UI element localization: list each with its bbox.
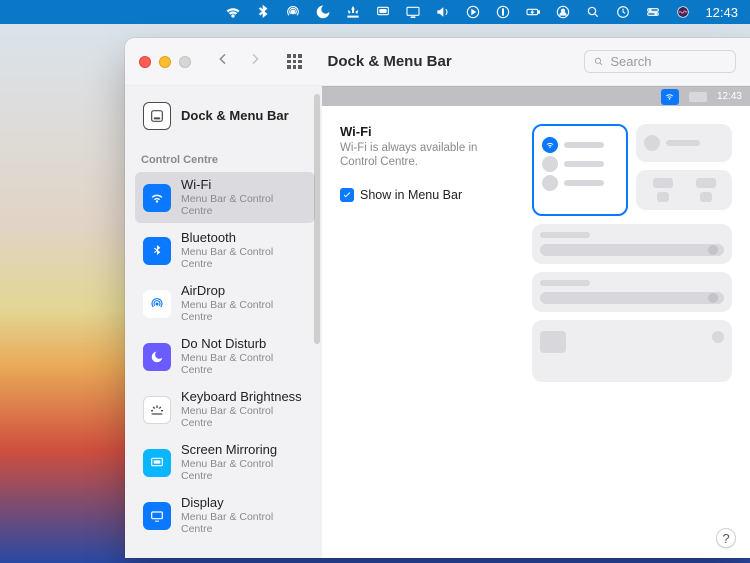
preview-battery-icon bbox=[689, 92, 707, 102]
bluetooth-icon[interactable] bbox=[255, 4, 271, 20]
info-icon[interactable] bbox=[495, 4, 511, 20]
sidebar-item-display[interactable]: Display Menu Bar & Control Centre bbox=[135, 490, 315, 541]
display-icon bbox=[143, 502, 171, 530]
window-controls bbox=[139, 56, 191, 68]
volume-icon[interactable] bbox=[435, 4, 451, 20]
sidebar-item-label: Keyboard Brightness bbox=[181, 390, 307, 405]
preview-wifi-highlight bbox=[661, 89, 679, 105]
sidebar-item-screen-mirroring[interactable]: Screen Mirroring Menu Bar & Control Cent… bbox=[135, 437, 315, 488]
wifi-icon[interactable] bbox=[225, 4, 241, 20]
sidebar-item-label: Wi-Fi bbox=[181, 178, 307, 193]
display-icon[interactable] bbox=[405, 4, 421, 20]
help-button[interactable]: ? bbox=[716, 528, 736, 548]
play-icon[interactable] bbox=[465, 4, 481, 20]
battery-icon[interactable] bbox=[525, 4, 541, 20]
close-button[interactable] bbox=[139, 56, 151, 68]
wifi-icon bbox=[143, 184, 171, 212]
screen-mirroring-icon[interactable] bbox=[375, 4, 391, 20]
sidebar-item-subtitle: Menu Bar & Control Centre bbox=[181, 193, 307, 217]
do-not-disturb-icon bbox=[143, 343, 171, 371]
sidebar-item-do-not-disturb[interactable]: Do Not Disturb Menu Bar & Control Centre bbox=[135, 331, 315, 382]
screen-mirroring-icon bbox=[143, 449, 171, 477]
detail-description: Wi-Fi is always available in Control Cen… bbox=[340, 141, 514, 170]
airdrop-icon bbox=[143, 290, 171, 318]
sidebar-item-label: Display bbox=[181, 496, 307, 511]
sidebar-item-wifi[interactable]: Wi-Fi Menu Bar & Control Centre bbox=[135, 172, 315, 223]
content: Dock & Menu Bar Control Centre Wi-Fi Men… bbox=[125, 86, 750, 558]
search-input[interactable] bbox=[610, 54, 727, 69]
sidebar-item-subtitle: Menu Bar & Control Centre bbox=[181, 511, 307, 535]
sidebar-item-subtitle: Menu Bar & Control Centre bbox=[181, 352, 307, 376]
sidebar-section-label: Control Centre bbox=[141, 154, 309, 166]
sidebar-item-label: Bluetooth bbox=[181, 231, 307, 246]
cc-tile-placeholder bbox=[636, 170, 732, 210]
cc-tile-slider bbox=[532, 224, 732, 264]
sidebar-item-label: AirDrop bbox=[181, 284, 307, 299]
do-not-disturb-icon[interactable] bbox=[315, 4, 331, 20]
sidebar-item-bluetooth[interactable]: Bluetooth Menu Bar & Control Centre bbox=[135, 225, 315, 276]
detail-title: Wi-Fi bbox=[340, 124, 514, 139]
minimize-button[interactable] bbox=[159, 56, 171, 68]
keyboard-brightness-icon bbox=[143, 396, 171, 424]
sidebar-scrollbar[interactable] bbox=[314, 94, 320, 344]
search-field[interactable] bbox=[584, 50, 736, 73]
preview-clock: 12:43 bbox=[717, 91, 742, 102]
cc-tile-placeholder bbox=[636, 124, 732, 162]
sidebar: Dock & Menu Bar Control Centre Wi-Fi Men… bbox=[125, 86, 321, 558]
macos-menubar: 12:43 bbox=[0, 0, 750, 24]
sidebar-item-airdrop[interactable]: AirDrop Menu Bar & Control Centre bbox=[135, 278, 315, 329]
cc-tile-now-playing bbox=[532, 320, 732, 382]
system-preferences-window: Dock & Menu Bar Dock & Menu Bar Control … bbox=[125, 38, 750, 558]
sidebar-item-subtitle: Menu Bar & Control Centre bbox=[181, 299, 307, 323]
detail-pane: 12:43 Wi-Fi Wi-Fi is always available in… bbox=[321, 86, 750, 558]
titlebar: Dock & Menu Bar bbox=[125, 38, 750, 86]
sidebar-item-subtitle: Menu Bar & Control Centre bbox=[181, 405, 307, 429]
cc-wifi-icon bbox=[542, 137, 558, 153]
user-icon[interactable] bbox=[555, 4, 571, 20]
sidebar-item-subtitle: Menu Bar & Control Centre bbox=[181, 246, 307, 270]
keyboard-brightness-icon[interactable] bbox=[345, 4, 361, 20]
airdrop-icon[interactable] bbox=[285, 4, 301, 20]
cc-tile-slider bbox=[532, 272, 732, 312]
control-centre-icon[interactable] bbox=[645, 4, 661, 20]
checkbox-label: Show in Menu Bar bbox=[360, 188, 462, 202]
preview-menubar: 12:43 bbox=[322, 86, 750, 106]
sidebar-item-label: Dock & Menu Bar bbox=[181, 109, 289, 124]
nav-controls bbox=[215, 51, 263, 72]
clock-icon[interactable] bbox=[615, 4, 631, 20]
sidebar-item-label: Do Not Disturb bbox=[181, 337, 307, 352]
show-in-menubar-checkbox[interactable]: Show in Menu Bar bbox=[340, 188, 514, 202]
cc-tile-connectivity bbox=[532, 124, 628, 216]
spotlight-icon[interactable] bbox=[585, 4, 601, 20]
sidebar-item-dock-menubar[interactable]: Dock & Menu Bar bbox=[135, 96, 315, 136]
forward-button[interactable] bbox=[247, 51, 263, 72]
sidebar-item-keyboard-brightness[interactable]: Keyboard Brightness Menu Bar & Control C… bbox=[135, 384, 315, 435]
bluetooth-icon bbox=[143, 237, 171, 265]
zoom-button[interactable] bbox=[179, 56, 191, 68]
sidebar-item-label: Screen Mirroring bbox=[181, 443, 307, 458]
show-all-button[interactable] bbox=[287, 54, 302, 69]
window-title: Dock & Menu Bar bbox=[328, 53, 452, 70]
sidebar-item-subtitle: Menu Bar & Control Centre bbox=[181, 458, 307, 482]
dock-menubar-icon bbox=[143, 102, 171, 130]
menubar-clock: 12:43 bbox=[705, 5, 738, 20]
checkbox-icon bbox=[340, 188, 354, 202]
back-button[interactable] bbox=[215, 51, 231, 72]
siri-icon[interactable] bbox=[675, 4, 691, 20]
control-centre-preview bbox=[532, 124, 732, 382]
